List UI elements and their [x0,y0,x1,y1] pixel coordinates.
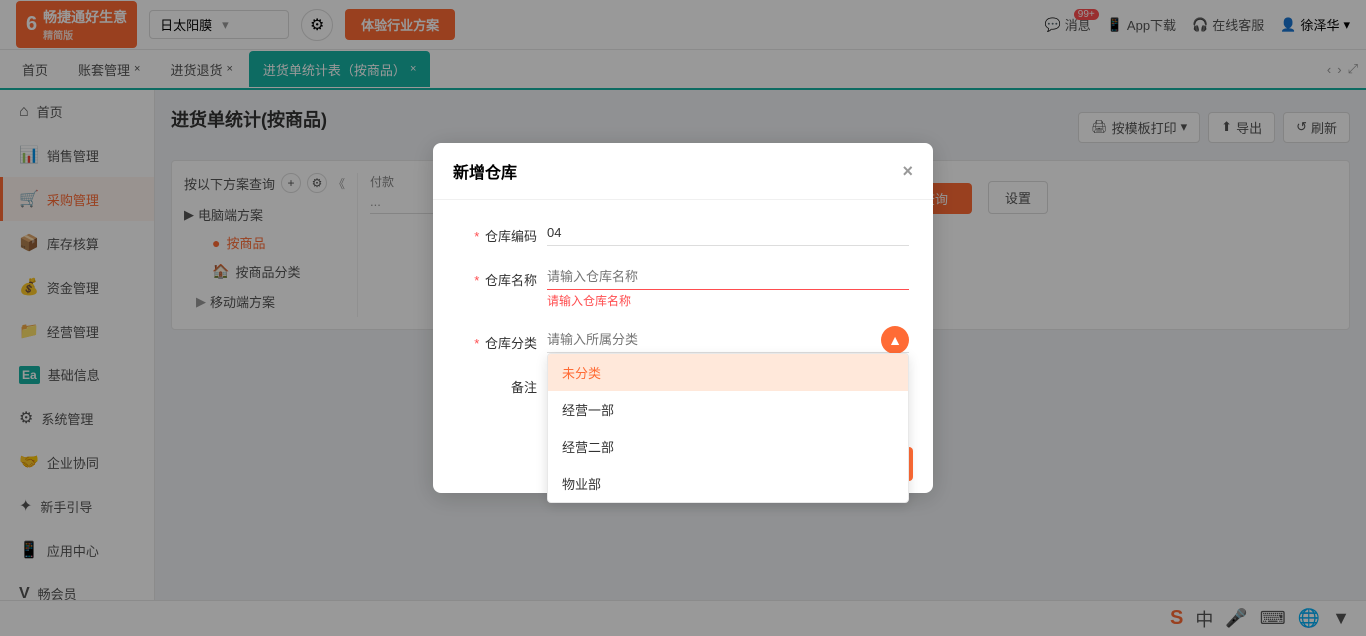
category-required-star: * [474,336,479,351]
code-required-star: * [474,229,479,244]
dialog-close-button[interactable]: × [902,161,913,182]
name-error-message: 请输入仓库名称 [547,292,909,309]
warehouse-category-input[interactable] [547,327,909,353]
remark-label: 备注 [511,380,537,395]
dialog-header: 新增仓库 × [433,143,933,200]
dropdown-item-uncategorized[interactable]: 未分类 [548,354,908,391]
add-warehouse-dialog: 新增仓库 × * 仓库编码 * 仓库名称 [433,143,933,493]
name-field-content: 请输入仓库名称 [547,264,909,309]
warehouse-code-input[interactable] [547,220,909,246]
code-label: 仓库编码 [485,229,537,244]
warehouse-name-input[interactable] [547,264,909,290]
name-required-star: * [474,273,479,288]
name-label: 仓库名称 [485,273,537,288]
modal-overlay: 新增仓库 × * 仓库编码 * 仓库名称 [0,0,1366,636]
dialog-title: 新增仓库 [453,159,517,183]
dropdown-item-dept1[interactable]: 经营一部 [548,391,908,428]
category-field-content: ▲ 未分类 经营一部 经营二部 物业部 [547,327,909,353]
category-label: 仓库分类 [485,336,537,351]
dialog-body: * 仓库编码 * 仓库名称 请输入仓库名称 [433,200,933,435]
dropdown-item-dept2[interactable]: 经营二部 [548,428,908,465]
warehouse-name-row: * 仓库名称 请输入仓库名称 [457,264,909,309]
category-dropdown-list: 未分类 经营一部 经营二部 物业部 [547,353,909,503]
code-field-content [547,220,909,246]
dropdown-item-property[interactable]: 物业部 [548,465,908,502]
warehouse-code-row: * 仓库编码 [457,220,909,246]
category-dropdown-toggle[interactable]: ▲ [881,326,909,354]
warehouse-category-row: * 仓库分类 ▲ 未分类 经营一部 经营二部 物业部 [457,327,909,353]
